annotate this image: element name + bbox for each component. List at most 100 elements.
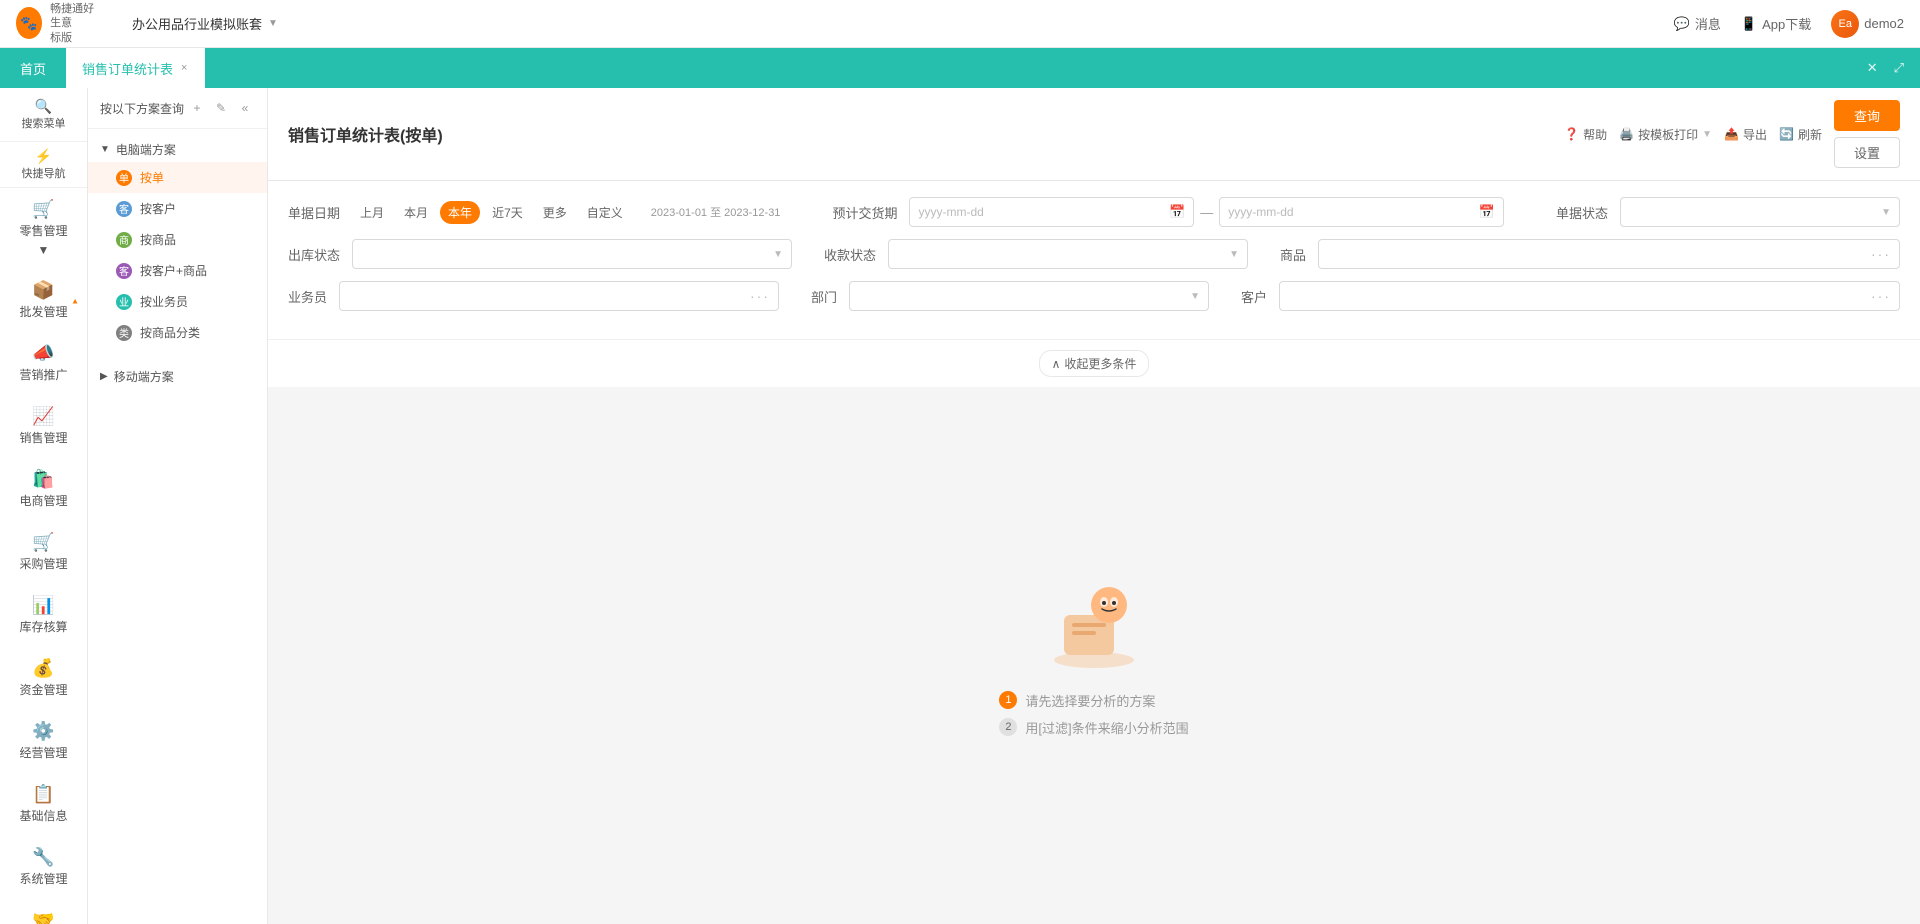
logo-text: 畅捷通好生意 标版: [50, 2, 104, 45]
scheme-item-by-salesperson[interactable]: 业 按业务员: [88, 286, 267, 317]
sidebar-item-enterprise[interactable]: 🤝 企业协同: [0, 899, 87, 924]
system-icon: 🔧: [32, 848, 54, 866]
message-action[interactable]: 💬 消息: [1674, 14, 1721, 33]
salesperson-dots-icon: ···: [750, 288, 770, 304]
user-profile[interactable]: Ea demo2: [1831, 10, 1904, 38]
collapse-conditions-btn[interactable]: ∧ 收起更多条件: [1039, 350, 1150, 377]
close-window-icon[interactable]: ✕: [1863, 56, 1882, 80]
date-btn-custom[interactable]: 自定义: [579, 201, 631, 224]
top-bar: 🐾 畅捷通好生意 标版 办公用品行业模拟账套 ▼ 💬 消息 📱 App下载 Ea…: [0, 0, 1920, 48]
sidebar-item-operation[interactable]: ⚙️ 经营管理: [0, 710, 87, 773]
department-select[interactable]: ▼: [849, 281, 1209, 311]
mobile-collapse-icon[interactable]: ▶: [100, 371, 108, 382]
calendar-start-icon: 📅: [1169, 204, 1185, 220]
empty-step-2: 2 用[过滤]条件来缩小分析范围: [999, 718, 1188, 737]
scheme-item-by-order[interactable]: 单 按单: [88, 162, 267, 193]
customer-select[interactable]: ···: [1279, 281, 1900, 311]
scheme-item-by-customer-product[interactable]: 客 按客户+商品: [88, 255, 267, 286]
empty-step-1: 1 请先选择要分析的方案: [999, 691, 1188, 710]
section-collapse-icon[interactable]: ▼: [100, 144, 110, 155]
basic-icon: 📋: [32, 785, 54, 803]
scheme-item-by-product[interactable]: 商 按商品: [88, 224, 267, 255]
export-action[interactable]: 📤 导出: [1724, 126, 1767, 143]
wholesale-icon: 📦: [32, 281, 54, 299]
fullscreen-icon[interactable]: ⤢: [1890, 56, 1908, 80]
industry-selector[interactable]: 办公用品行业模拟账套 ▼: [124, 10, 286, 37]
scheme-item-by-customer[interactable]: 客 按客户: [88, 193, 267, 224]
scheme-collapse-btn[interactable]: «: [235, 98, 255, 118]
sidebar-item-sales[interactable]: 📈 销售管理: [0, 395, 87, 458]
sidebar-quicknav[interactable]: ⚡ 快捷导航: [0, 142, 87, 188]
tab-home[interactable]: 首页: [0, 48, 66, 88]
sidebar-item-wholesale[interactable]: 📦 批发管理: [0, 269, 87, 332]
calendar-end-icon: 📅: [1479, 204, 1495, 220]
date-btn-more[interactable]: 更多: [535, 201, 575, 224]
purchase-icon: 🛒: [32, 533, 54, 551]
sidebar-item-marketing[interactable]: 📣 营销推广: [0, 332, 87, 395]
sidebar-item-retail[interactable]: 🛒 零售管理: [0, 188, 87, 269]
template-print-action[interactable]: 🖨️ 按模板打印 ▼: [1619, 126, 1712, 143]
date-range-text: 2023-01-01 至 2023-12-31: [651, 204, 781, 220]
sidebar-item-system[interactable]: 🔧 系统管理: [0, 836, 87, 899]
date-btn-this-year[interactable]: 本年: [440, 201, 480, 224]
sidebar-search[interactable]: 🔍 搜索菜单: [0, 88, 87, 142]
salesperson-select[interactable]: ···: [339, 281, 779, 311]
chevron-down-icon: ▼: [268, 18, 278, 29]
scheme-item-icon-cp: 客: [116, 263, 132, 279]
customer-dots-icon: ···: [1871, 288, 1891, 304]
inventory-icon: 📊: [32, 596, 54, 614]
order-status-label: 单据状态: [1556, 203, 1608, 222]
product-dots-icon: ···: [1871, 246, 1891, 262]
retail-icon: 🛒: [32, 200, 54, 218]
expected-date-start[interactable]: yyyy-mm-dd 📅: [909, 197, 1194, 227]
page-actions: ❓ 帮助 🖨️ 按模板打印 ▼ 📤 导出 �: [1564, 100, 1900, 168]
scheme-item-icon-category: 类: [116, 325, 132, 341]
help-icon: ❓: [1564, 127, 1579, 141]
logo-area: 🐾 畅捷通好生意 标版: [16, 2, 104, 45]
date-btn-7days[interactable]: 近7天: [484, 201, 531, 224]
logo-icon: 🐾: [16, 7, 42, 39]
payment-status-select[interactable]: ▼: [888, 239, 1248, 269]
scheme-add-btn[interactable]: +: [187, 98, 207, 118]
message-icon: 💬: [1674, 16, 1690, 32]
filter-row-3: 业务员 ··· 部门 ▼ 客户 ···: [288, 281, 1900, 311]
date-btn-this-month[interactable]: 本月: [396, 201, 436, 224]
scheme-item-icon-customer: 客: [116, 201, 132, 217]
query-button[interactable]: 查询: [1834, 100, 1900, 131]
collapse-bar: ∧ 收起更多条件: [268, 339, 1920, 387]
product-select[interactable]: ···: [1318, 239, 1900, 269]
tab-close-icon[interactable]: ×: [179, 60, 189, 76]
enterprise-icon: 🤝: [32, 911, 54, 924]
main-content: 销售订单统计表(按单) ❓ 帮助 🖨️ 按模板打印 ▼ 📤: [268, 88, 1920, 924]
collapse-chevron-icon: ∧: [1052, 357, 1061, 371]
marketing-icon: 📣: [32, 344, 54, 362]
app-download-action[interactable]: 📱 App下载: [1741, 14, 1811, 33]
settings-button[interactable]: 设置: [1834, 137, 1900, 168]
tab-sales-order-stats[interactable]: 销售订单统计表 ×: [66, 48, 205, 88]
outbound-status-label: 出库状态: [288, 245, 340, 264]
department-label: 部门: [811, 287, 837, 306]
expected-date-end[interactable]: yyyy-mm-dd 📅: [1219, 197, 1504, 227]
empty-illustration: [1034, 575, 1154, 675]
date-btn-last-month[interactable]: 上月: [352, 201, 392, 224]
customer-label: 客户: [1241, 287, 1267, 306]
outbound-status-select[interactable]: ▼: [352, 239, 792, 269]
refresh-action[interactable]: 🔄 刷新: [1779, 126, 1822, 143]
help-action[interactable]: ❓ 帮助: [1564, 126, 1607, 143]
scheme-section-desktop-title: ▼ 电脑端方案: [88, 137, 267, 162]
scheme-item-by-category[interactable]: 类 按商品分类: [88, 317, 267, 348]
expected-delivery-label: 预计交货期: [832, 203, 897, 222]
refresh-icon: 🔄: [1779, 127, 1794, 141]
phone-icon: 📱: [1741, 16, 1757, 32]
filter-section: 单据日期 上月 本月 本年 近7天 更多 自定义 2023-01-01 至 20…: [268, 181, 1920, 339]
page-header: 销售订单统计表(按单) ❓ 帮助 🖨️ 按模板打印 ▼ 📤: [268, 88, 1920, 181]
order-status-select[interactable]: ▼: [1620, 197, 1900, 227]
sidebar-item-inventory[interactable]: 📊 库存核算: [0, 584, 87, 647]
salesperson-label: 业务员: [288, 287, 327, 306]
sidebar-item-finance[interactable]: 💰 资金管理: [0, 647, 87, 710]
sidebar-item-basic[interactable]: 📋 基础信息: [0, 773, 87, 836]
sidebar-item-ecommerce[interactable]: 🛍️ 电商管理: [0, 458, 87, 521]
scheme-edit-btn[interactable]: ✎: [211, 98, 231, 118]
empty-state: 1 请先选择要分析的方案 2 用[过滤]条件来缩小分析范围: [268, 387, 1920, 924]
sidebar-item-purchase[interactable]: 🛒 采购管理: [0, 521, 87, 584]
